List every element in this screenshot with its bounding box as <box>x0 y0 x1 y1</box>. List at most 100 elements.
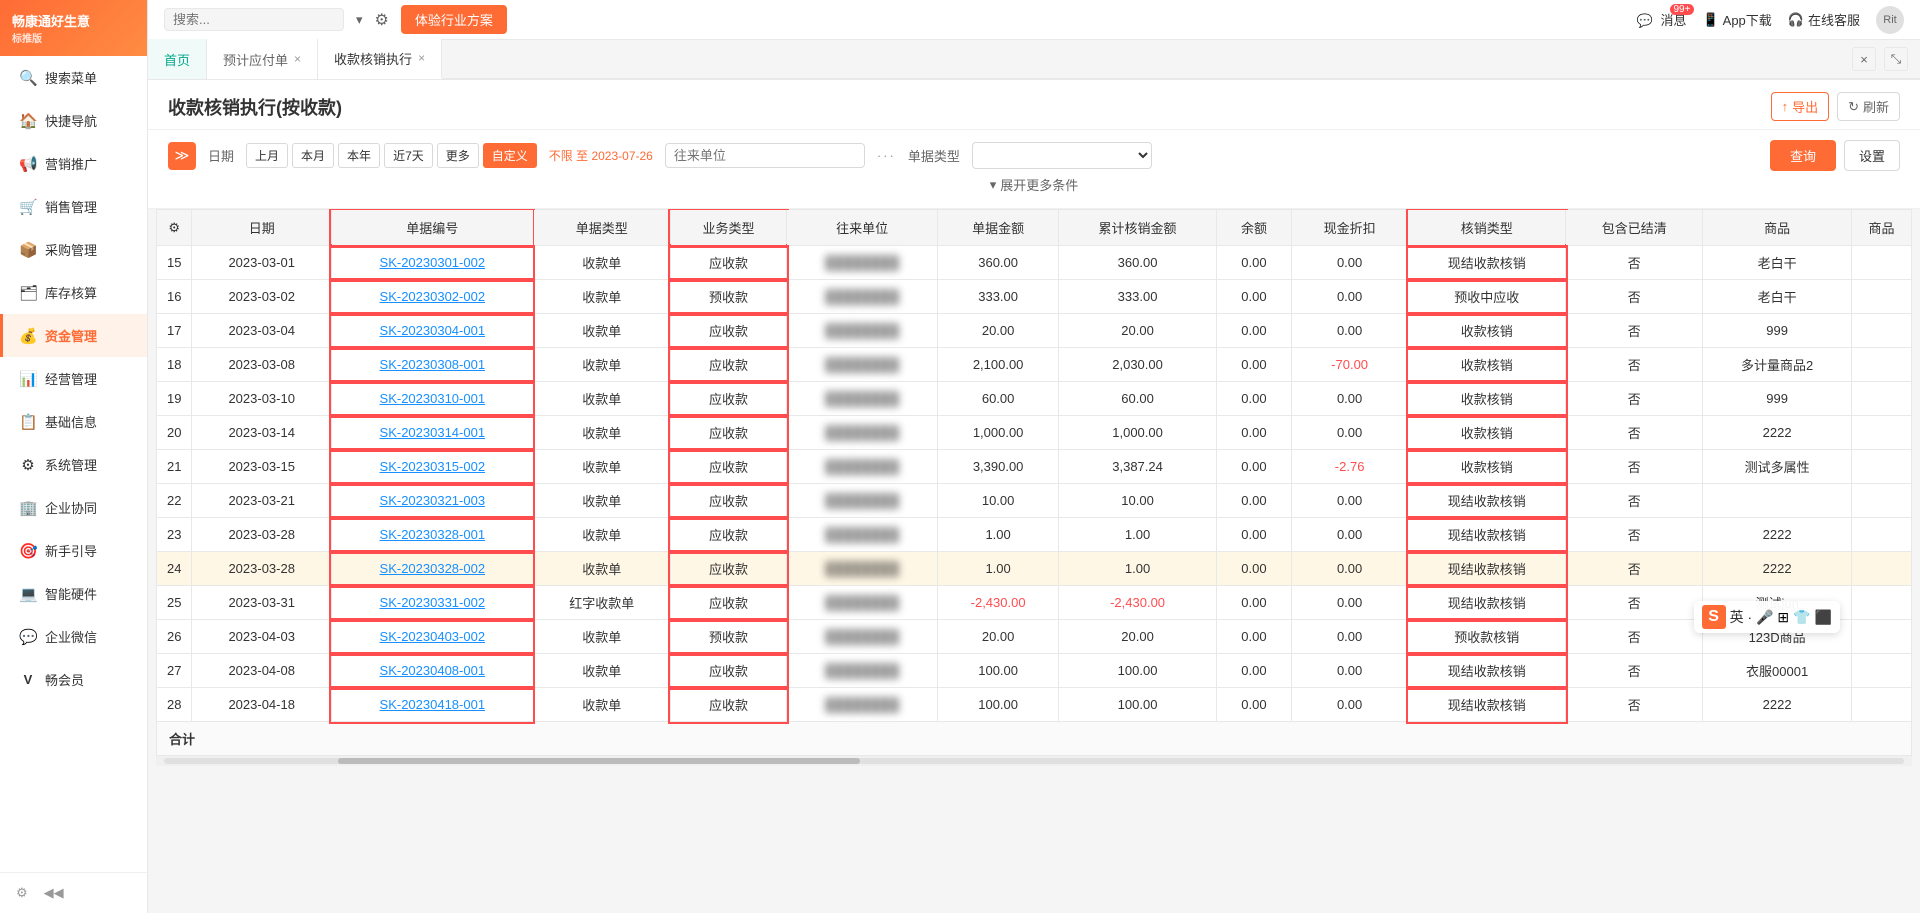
gear-icon[interactable]: ⚙ <box>168 220 180 235</box>
doc-link[interactable]: SK-20230315-002 <box>380 459 486 474</box>
table-row[interactable]: 21 2023-03-15 SK-20230315-002 收款单 应收款 ██… <box>157 450 1912 484</box>
doc-link[interactable]: SK-20230314-001 <box>380 425 486 440</box>
doc-link[interactable]: SK-20230304-001 <box>380 323 486 338</box>
table-row[interactable]: 24 2023-03-28 SK-20230328-002 收款单 应收款 ██… <box>157 552 1912 586</box>
cell-docno[interactable]: SK-20230310-001 <box>331 382 533 416</box>
sidebar-item-system[interactable]: ⚙ 系统管理 <box>0 443 147 486</box>
topbar-search-input[interactable] <box>164 8 344 31</box>
solution-button[interactable]: 体验行业方案 <box>401 5 507 34</box>
sidebar-item-purchase[interactable]: 📦 采购管理 <box>0 228 147 271</box>
doc-link[interactable]: SK-20230331-002 <box>380 595 486 610</box>
sidebar-item-inventory[interactable]: 🗂 库存核算 <box>0 271 147 314</box>
doc-link[interactable]: SK-20230301-002 <box>380 255 486 270</box>
filter-7-days[interactable]: 近7天 <box>384 143 433 168</box>
tab-close-btn[interactable]: × <box>1852 47 1876 71</box>
query-button[interactable]: 查询 <box>1770 140 1836 171</box>
doc-link[interactable]: SK-20230328-002 <box>380 561 486 576</box>
refresh-button[interactable]: ↻ 刷新 <box>1837 92 1900 121</box>
doc-link[interactable]: SK-20230418-001 <box>380 697 486 712</box>
setting-button[interactable]: 设置 <box>1844 140 1900 171</box>
expand-more[interactable]: ▾ 展开更多条件 <box>168 171 1900 198</box>
doc-link[interactable]: SK-20230328-001 <box>380 527 486 542</box>
table-row[interactable]: 18 2023-03-08 SK-20230308-001 收款单 应收款 ██… <box>157 348 1912 382</box>
table-row[interactable]: 17 2023-03-04 SK-20230304-001 收款单 应收款 ██… <box>157 314 1912 348</box>
filter-toggle-button[interactable]: ≫ <box>168 142 196 170</box>
mic-icon[interactable]: 🎤 <box>1756 609 1773 626</box>
doc-link[interactable]: SK-20230310-001 <box>380 391 486 406</box>
doc-link[interactable]: SK-20230302-002 <box>380 289 486 304</box>
cell-discount: 0.00 <box>1291 314 1407 348</box>
shirt-icon[interactable]: 👕 <box>1793 609 1810 626</box>
tab-pre-pay[interactable]: 预计应付单 × <box>207 39 318 79</box>
sidebar-item-hardware[interactable]: 💻 智能硬件 <box>0 572 147 615</box>
sidebar-item-label: 搜索菜单 <box>45 68 97 87</box>
doc-link[interactable]: SK-20230403-002 <box>380 629 486 644</box>
filter-last-month[interactable]: 上月 <box>246 143 288 168</box>
table-row[interactable]: 25 2023-03-31 SK-20230331-002 红字收款单 应收款 … <box>157 586 1912 620</box>
table-row[interactable]: 26 2023-04-03 SK-20230403-002 收款单 预收款 ██… <box>157 620 1912 654</box>
user-avatar[interactable]: Rit <box>1876 6 1904 34</box>
sidebar-item-guide[interactable]: 🎯 新手引导 <box>0 529 147 572</box>
sidebar-item-quicknav[interactable]: 🏠 快捷导航 <box>0 99 147 142</box>
col-settings-header[interactable]: ⚙ <box>157 210 192 246</box>
sidebar-item-member[interactable]: V 畅会员 <box>0 658 147 701</box>
message-badge[interactable]: 💬 消息 99+ <box>1637 10 1687 29</box>
table-scrollbar[interactable] <box>156 756 1912 766</box>
sidebar-item-company[interactable]: 🏢 企业协同 <box>0 486 147 529</box>
export-button[interactable]: ↑ 导出 <box>1771 92 1830 121</box>
apps-icon[interactable]: ⬛ <box>1815 609 1832 626</box>
sidebar-item-operation[interactable]: 📊 经营管理 <box>0 357 147 400</box>
cell-docno[interactable]: SK-20230314-001 <box>331 416 533 450</box>
table-row[interactable]: 22 2023-03-21 SK-20230321-003 收款单 应收款 ██… <box>157 484 1912 518</box>
cell-docno[interactable]: SK-20230408-001 <box>331 654 533 688</box>
sidebar-item-label: 畅会员 <box>45 670 84 689</box>
filter-area: ≫ 日期 上月 本月 本年 近7天 更多 自定义 不限 至 2023-07-26… <box>148 130 1920 209</box>
doc-link[interactable]: SK-20230408-001 <box>380 663 486 678</box>
cell-docno[interactable]: SK-20230321-003 <box>331 484 533 518</box>
filter-this-year[interactable]: 本年 <box>338 143 380 168</box>
table-row[interactable]: 16 2023-03-02 SK-20230302-002 收款单 预收款 ██… <box>157 280 1912 314</box>
filter-doc-type-select[interactable] <box>972 142 1152 169</box>
cell-docno[interactable]: SK-20230302-002 <box>331 280 533 314</box>
app-download[interactable]: 📱 App下载 <box>1702 10 1771 29</box>
topbar-gear-icon[interactable]: ⚙ <box>375 10 389 30</box>
cell-docno[interactable]: SK-20230403-002 <box>331 620 533 654</box>
filter-this-month[interactable]: 本月 <box>292 143 334 168</box>
cell-docno[interactable]: SK-20230315-002 <box>331 450 533 484</box>
scrollbar-thumb[interactable] <box>338 758 860 764</box>
filter-more[interactable]: 更多 <box>437 143 479 168</box>
cell-docno[interactable]: SK-20230308-001 <box>331 348 533 382</box>
settings-icon[interactable]: ⚙ <box>16 885 28 901</box>
filter-custom[interactable]: 自定义 <box>483 143 537 168</box>
tab-pre-pay-close[interactable]: × <box>294 52 301 66</box>
cell-docno[interactable]: SK-20230301-002 <box>331 246 533 280</box>
topbar-dropdown-arrow[interactable]: ▾ <box>356 12 363 28</box>
table-row[interactable]: 23 2023-03-28 SK-20230328-001 收款单 应收款 ██… <box>157 518 1912 552</box>
table-row[interactable]: 19 2023-03-10 SK-20230310-001 收款单 应收款 ██… <box>157 382 1912 416</box>
table-row[interactable]: 27 2023-04-08 SK-20230408-001 收款单 应收款 ██… <box>157 654 1912 688</box>
sidebar-item-sales[interactable]: 🛒 销售管理 <box>0 185 147 228</box>
cell-docno[interactable]: SK-20230328-002 <box>331 552 533 586</box>
cell-docno[interactable]: SK-20230418-001 <box>331 688 533 722</box>
online-service[interactable]: 🎧 在线客服 <box>1788 10 1860 29</box>
filter-partner-input[interactable] <box>665 143 865 168</box>
sidebar-item-wechat[interactable]: 💬 企业微信 <box>0 615 147 658</box>
grid-icon[interactable]: ⊞ <box>1777 609 1789 626</box>
table-row[interactable]: 15 2023-03-01 SK-20230301-002 收款单 应收款 ██… <box>157 246 1912 280</box>
cell-docno[interactable]: SK-20230331-002 <box>331 586 533 620</box>
sidebar-item-finance[interactable]: 💰 资金管理 <box>0 314 147 357</box>
cell-docno[interactable]: SK-20230328-001 <box>331 518 533 552</box>
tab-home[interactable]: 首页 <box>148 39 207 79</box>
table-row[interactable]: 20 2023-03-14 SK-20230314-001 收款单 应收款 ██… <box>157 416 1912 450</box>
cell-docno[interactable]: SK-20230304-001 <box>331 314 533 348</box>
tab-collection-close[interactable]: × <box>418 51 425 65</box>
tab-collection[interactable]: 收款核销执行 × <box>318 39 442 79</box>
collapse-icon[interactable]: ◀◀ <box>44 885 64 901</box>
tab-expand-btn[interactable]: ⤡ <box>1884 47 1908 71</box>
sidebar-item-search[interactable]: 🔍 搜索菜单 <box>0 56 147 99</box>
table-row[interactable]: 28 2023-04-18 SK-20230418-001 收款单 应收款 ██… <box>157 688 1912 722</box>
doc-link[interactable]: SK-20230321-003 <box>380 493 486 508</box>
sidebar-item-basic[interactable]: 📋 基础信息 <box>0 400 147 443</box>
doc-link[interactable]: SK-20230308-001 <box>380 357 486 372</box>
sidebar-item-marketing[interactable]: 📢 营销推广 <box>0 142 147 185</box>
